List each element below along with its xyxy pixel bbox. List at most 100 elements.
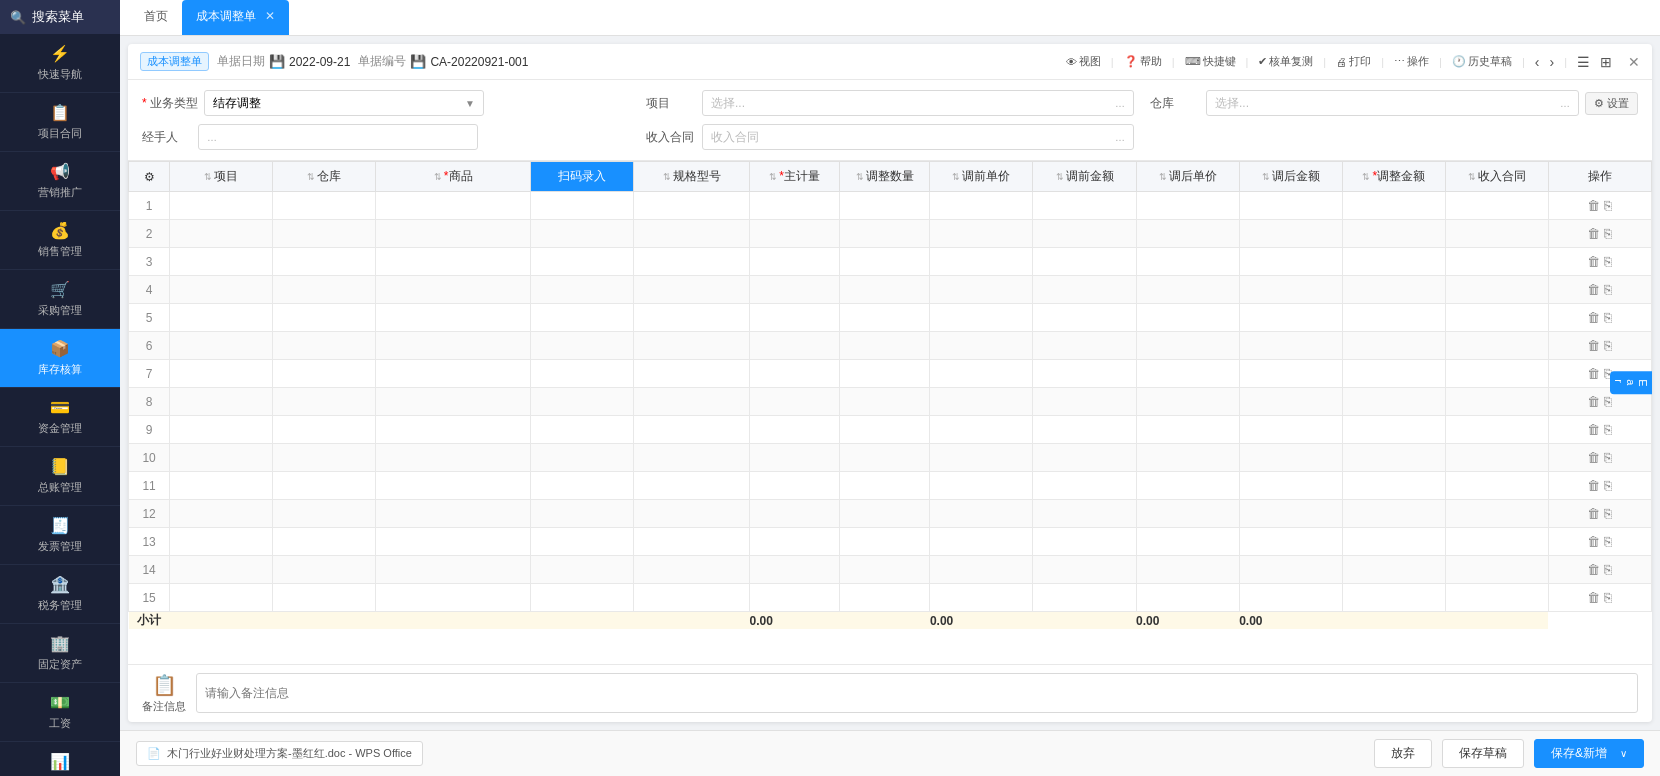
cell-pre-price[interactable] <box>930 472 1033 500</box>
cell-scan[interactable] <box>530 556 633 584</box>
cell-warehouse[interactable] <box>273 332 376 360</box>
cell-scan[interactable] <box>530 248 633 276</box>
copy-row-icon[interactable]: ⎘ <box>1604 310 1612 325</box>
cell-pre-amount[interactable] <box>1033 332 1136 360</box>
cell-income[interactable] <box>1445 220 1548 248</box>
cell-adj-amount[interactable] <box>1342 556 1445 584</box>
cell-post-amount[interactable] <box>1239 360 1342 388</box>
action-view[interactable]: 👁 视图 <box>1066 54 1101 69</box>
cell-pre-amount[interactable] <box>1033 444 1136 472</box>
delete-row-icon[interactable]: 🗑 <box>1587 534 1600 549</box>
business-type-input[interactable]: 结存调整 ▼ <box>204 90 484 116</box>
sidebar-item-business-management[interactable]: 📊经营管理 <box>0 742 120 776</box>
cell-spec[interactable] <box>634 500 750 528</box>
cell-adj-qty[interactable] <box>840 220 930 248</box>
cell-spec[interactable] <box>634 472 750 500</box>
cell-unit[interactable] <box>750 472 840 500</box>
cell-unit[interactable] <box>750 416 840 444</box>
cell-pre-price[interactable] <box>930 192 1033 220</box>
cell-unit[interactable] <box>750 528 840 556</box>
delete-row-icon[interactable]: 🗑 <box>1587 310 1600 325</box>
cell-income[interactable] <box>1445 472 1548 500</box>
delete-row-icon[interactable]: 🗑 <box>1587 422 1600 437</box>
action-check[interactable]: ✔ 核单复测 <box>1258 54 1313 69</box>
delete-row-icon[interactable]: 🗑 <box>1587 506 1600 521</box>
cell-post-price[interactable] <box>1136 304 1239 332</box>
delete-row-icon[interactable]: 🗑 <box>1587 338 1600 353</box>
cell-warehouse[interactable] <box>273 192 376 220</box>
cell-post-amount[interactable] <box>1239 388 1342 416</box>
cell-adj-amount[interactable] <box>1342 584 1445 612</box>
cell-adj-amount[interactable] <box>1342 360 1445 388</box>
th-post-amount[interactable]: ⇅调后金额 <box>1239 162 1342 192</box>
copy-row-icon[interactable]: ⎘ <box>1604 422 1612 437</box>
cell-project[interactable] <box>170 248 273 276</box>
cell-product[interactable] <box>376 444 531 472</box>
cell-spec[interactable] <box>634 444 750 472</box>
th-income-contract[interactable]: ⇅收入合同 <box>1445 162 1548 192</box>
sidebar-item-project-contract[interactable]: 📋项目合同 <box>0 93 120 152</box>
save-new-button[interactable]: 保存&新增 ∨ <box>1534 739 1644 768</box>
cell-pre-price[interactable] <box>930 556 1033 584</box>
cell-pre-price[interactable] <box>930 332 1033 360</box>
cell-post-price[interactable] <box>1136 584 1239 612</box>
cell-product[interactable] <box>376 472 531 500</box>
cell-income[interactable] <box>1445 192 1548 220</box>
copy-row-icon[interactable]: ⎘ <box>1604 450 1612 465</box>
cell-product[interactable] <box>376 248 531 276</box>
cell-project[interactable] <box>170 556 273 584</box>
action-history[interactable]: 🕐 历史草稿 <box>1452 54 1512 69</box>
cell-scan[interactable] <box>530 388 633 416</box>
th-scan[interactable]: 扫码录入 <box>530 162 633 192</box>
cell-product[interactable] <box>376 388 531 416</box>
sidebar-item-payroll[interactable]: 💵工资 <box>0 683 120 742</box>
cell-post-amount[interactable] <box>1239 472 1342 500</box>
cell-unit[interactable] <box>750 220 840 248</box>
cell-pre-amount[interactable] <box>1033 192 1136 220</box>
cell-product[interactable] <box>376 528 531 556</box>
cell-pre-price[interactable] <box>930 416 1033 444</box>
cell-warehouse[interactable] <box>273 444 376 472</box>
cell-post-price[interactable] <box>1136 276 1239 304</box>
cell-spec[interactable] <box>634 584 750 612</box>
cell-project[interactable] <box>170 276 273 304</box>
copy-row-icon[interactable]: ⎘ <box>1604 338 1612 353</box>
cell-pre-amount[interactable] <box>1033 276 1136 304</box>
view-list-icon[interactable]: ☰ <box>1577 54 1590 70</box>
cell-pre-price[interactable] <box>930 500 1033 528</box>
copy-row-icon[interactable]: ⎘ <box>1604 534 1612 549</box>
discard-button[interactable]: 放弃 <box>1374 739 1432 768</box>
cell-pre-amount[interactable] <box>1033 220 1136 248</box>
delete-row-icon[interactable]: 🗑 <box>1587 254 1600 269</box>
cell-product[interactable] <box>376 360 531 388</box>
cell-warehouse[interactable] <box>273 248 376 276</box>
copy-row-icon[interactable]: ⎘ <box>1604 226 1612 241</box>
cell-post-price[interactable] <box>1136 192 1239 220</box>
cell-unit[interactable] <box>750 304 840 332</box>
cell-adj-amount[interactable] <box>1342 276 1445 304</box>
cell-post-amount[interactable] <box>1239 500 1342 528</box>
tab-close-icon[interactable]: ✕ <box>265 9 275 23</box>
cell-scan[interactable] <box>530 192 633 220</box>
tab-cost-adjustment[interactable]: 成本调整单 ✕ <box>182 0 289 35</box>
cell-spec[interactable] <box>634 248 750 276</box>
warehouse-input[interactable]: 选择... … <box>1206 90 1579 116</box>
cell-adj-amount[interactable] <box>1342 444 1445 472</box>
cell-unit[interactable] <box>750 332 840 360</box>
cell-income[interactable] <box>1445 332 1548 360</box>
cell-spec[interactable] <box>634 388 750 416</box>
cell-spec[interactable] <box>634 220 750 248</box>
cell-project[interactable] <box>170 192 273 220</box>
cell-post-price[interactable] <box>1136 500 1239 528</box>
cell-pre-price[interactable] <box>930 276 1033 304</box>
delete-row-icon[interactable]: 🗑 <box>1587 562 1600 577</box>
cell-project[interactable] <box>170 500 273 528</box>
cell-adj-amount[interactable] <box>1342 220 1445 248</box>
settings-button[interactable]: ⚙ 设置 <box>1585 92 1638 115</box>
cell-scan[interactable] <box>530 584 633 612</box>
cell-post-price[interactable] <box>1136 332 1239 360</box>
cell-adj-qty[interactable] <box>840 500 930 528</box>
action-print[interactable]: 🖨 打印 <box>1336 54 1371 69</box>
cell-adj-amount[interactable] <box>1342 500 1445 528</box>
cell-product[interactable] <box>376 416 531 444</box>
